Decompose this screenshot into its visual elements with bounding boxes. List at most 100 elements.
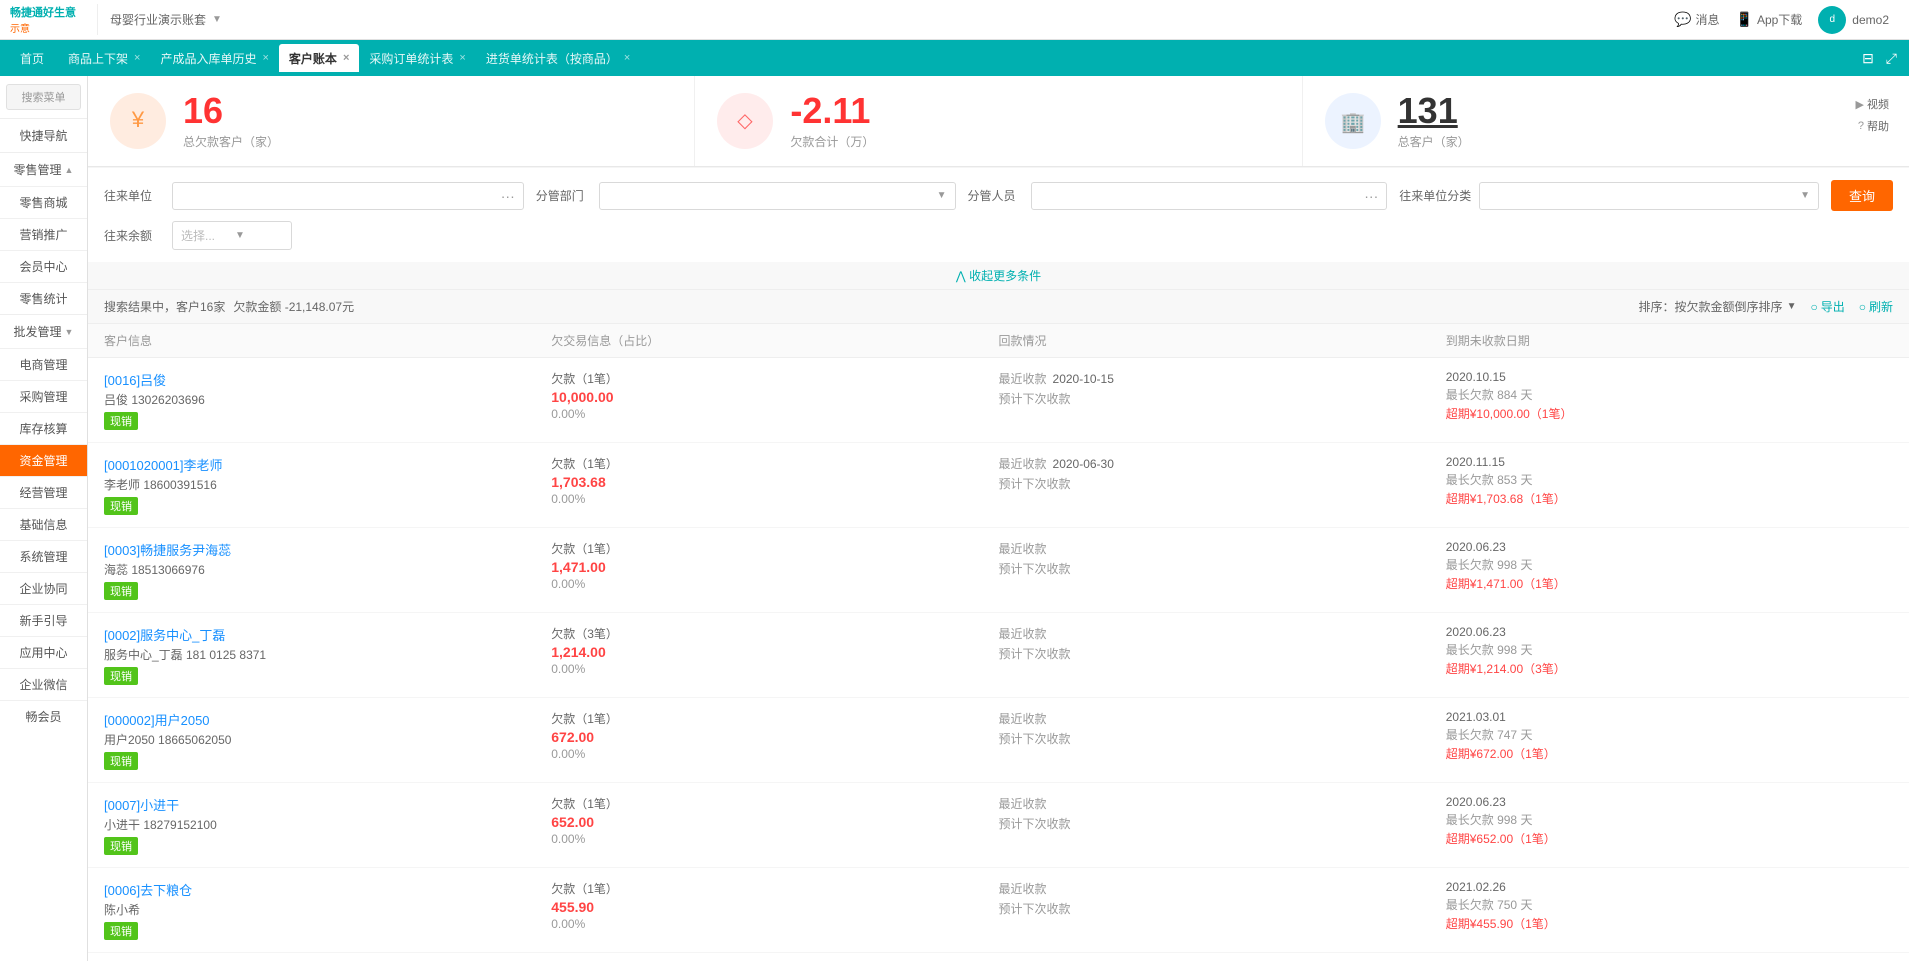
debt-percent: 0.00%	[551, 407, 998, 421]
tab-customer-account[interactable]: 客户账本 ×	[279, 44, 359, 72]
sidebar-item-member-center[interactable]: 会员中心	[0, 251, 87, 283]
customer-name-link[interactable]: [0001020001]李老师	[104, 458, 223, 473]
filter-unit-category-select[interactable]: ▼	[1479, 182, 1819, 210]
due-overdue-text[interactable]: 超期¥672.00（1笔）	[1446, 745, 1893, 762]
stat-total-customers: 🏢 131 总客户（家） ▶ 视频 ? 帮助	[1303, 76, 1909, 166]
sidebar-item-vip-member[interactable]: 畅会员	[0, 701, 87, 732]
customer-tag: 现销	[104, 922, 138, 940]
sidebar-item-finance[interactable]: 资金管理	[0, 445, 87, 477]
payback-label: 最近收款	[999, 455, 1047, 472]
message-btn[interactable]: 💬 消息	[1674, 11, 1719, 28]
customer-name-link[interactable]: [0016]吕俊	[104, 373, 166, 388]
debt-count: 欠款（1笔）	[551, 540, 998, 557]
search-menu-btn[interactable]: 搜索菜单	[6, 84, 81, 110]
refresh-btn[interactable]: ○ 刷新	[1859, 298, 1893, 315]
sidebar-item-system-mgmt[interactable]: 系统管理	[0, 541, 87, 573]
payback-cell: 最近收款 预计下次收款	[999, 795, 1446, 832]
payback-cell: 最近收款 预计下次收款	[999, 625, 1446, 662]
video-icon: ▶	[1856, 98, 1864, 111]
due-date: 2020.06.23	[1446, 540, 1893, 554]
query-button[interactable]: 查询	[1831, 180, 1893, 211]
stat-number-debt: -2.11	[790, 93, 1281, 129]
sidebar-item-wholesale-mgmt[interactable]: 批发管理▼	[0, 315, 87, 349]
tab-close-icon[interactable]: ×	[343, 52, 349, 64]
debt-amount: 455.90	[551, 899, 998, 915]
customer-contact: 用户2050 18665062050	[104, 731, 551, 748]
col-header-payback: 回款情况	[999, 332, 1446, 349]
sidebar-item-ecommerce[interactable]: 电商管理	[0, 349, 87, 381]
tab-purchase-summary[interactable]: 采购订单统计表 ×	[359, 44, 475, 72]
sidebar-item-app-center[interactable]: 应用中心	[0, 637, 87, 669]
due-overdue-days: 最长欠款 747 天	[1446, 726, 1893, 743]
sidebar-item-marketing[interactable]: 营销推广	[0, 219, 87, 251]
filter-person-input[interactable]: ···	[1031, 182, 1388, 210]
debt-info-cell: 欠款（1笔） 652.00 0.00%	[551, 795, 998, 846]
payback-label: 最近收款	[999, 795, 1047, 812]
customer-name-link[interactable]: [000002]用户2050	[104, 713, 210, 728]
customer-name-link[interactable]: [0002]服务中心_丁磊	[104, 628, 225, 643]
tab-bar-fullscreen[interactable]: ⤢	[1880, 50, 1903, 67]
customer-contact: 海蕊 18513066976	[104, 561, 551, 578]
company-selector[interactable]: 母婴行业演示账套 ▼	[98, 11, 234, 28]
tab-purchase-stats[interactable]: 进货单统计表（按商品） ×	[476, 44, 640, 72]
stat-icon-customers: 🏢	[1323, 91, 1383, 151]
due-overdue-text[interactable]: 超期¥455.90（1笔）	[1446, 915, 1893, 932]
customer-name-link[interactable]: [0003]畅捷服务尹海蕊	[104, 543, 231, 558]
filter-from-unit-input[interactable]: ···	[172, 182, 524, 210]
sidebar-item-quick-nav[interactable]: 快捷导航	[0, 119, 87, 153]
due-overdue-text[interactable]: 超期¥652.00（1笔）	[1446, 830, 1893, 847]
due-overdue-text[interactable]: 超期¥1,703.68（1笔）	[1446, 490, 1893, 507]
customer-name-link[interactable]: [0006]去下粮仓	[104, 883, 192, 898]
collapse-bar[interactable]: ⋀ 收起更多条件	[88, 262, 1909, 290]
sidebar-item-new-guide[interactable]: 新手引导	[0, 605, 87, 637]
tab-close-icon[interactable]: ×	[134, 52, 140, 64]
tab-production-history[interactable]: 产成品入库单历史 ×	[150, 44, 278, 72]
debt-count: 欠款（3笔）	[551, 625, 998, 642]
due-overdue-text[interactable]: 超期¥10,000.00（1笔）	[1446, 405, 1893, 422]
payback-next: 预计下次收款	[999, 900, 1446, 917]
due-overdue-text[interactable]: 超期¥1,471.00（1笔）	[1446, 575, 1893, 592]
sort-label: 排序：按欠款金额倒序排序	[1639, 298, 1783, 315]
sidebar-item-purchase-mgmt[interactable]: 采购管理	[0, 381, 87, 413]
sidebar-item-basic-info[interactable]: 基础信息	[0, 509, 87, 541]
app-download-btn[interactable]: 📱 App下载	[1736, 11, 1803, 28]
tab-close-icon[interactable]: ×	[459, 52, 465, 64]
export-btn[interactable]: ○ 导出	[1810, 298, 1844, 315]
debt-count: 欠款（1笔）	[551, 370, 998, 387]
tab-close-icon[interactable]: ×	[624, 52, 630, 64]
tab-products-off[interactable]: 商品上下架 ×	[58, 44, 150, 72]
debt-percent: 0.00%	[551, 917, 998, 931]
sidebar-item-enterprise-collab[interactable]: 企业协同	[0, 573, 87, 605]
svg-text:¥: ¥	[131, 107, 145, 132]
payback-label: 最近收款	[999, 625, 1047, 642]
dots-icon: ···	[1364, 188, 1378, 204]
tab-bar-collapse[interactable]: ⊟	[1856, 50, 1880, 67]
due-date: 2020.10.15	[1446, 370, 1893, 384]
customer-name-link[interactable]: [0007]小进干	[104, 798, 179, 813]
customer-info-cell: [000002]用户2050 用户2050 18665062050 现销	[104, 710, 551, 770]
due-overdue-text[interactable]: 超期¥1,214.00（3笔）	[1446, 660, 1893, 677]
customer-tag: 现销	[104, 582, 138, 600]
filter-dept-select[interactable]: ▼	[599, 182, 956, 210]
debt-amount: 1,214.00	[551, 644, 998, 660]
sidebar-item-inventory[interactable]: 库存核算	[0, 413, 87, 445]
sidebar-item-retail-mall[interactable]: 零售商城	[0, 187, 87, 219]
collapse-icon: ⋀	[956, 269, 966, 283]
debt-amount: 672.00	[551, 729, 998, 745]
sidebar-item-retail-stats[interactable]: 零售统计	[0, 283, 87, 315]
stats-bar: ¥ 16 总欠款客户（家） ◇ -2.11 欠款合计（	[88, 76, 1909, 167]
filter-balance-select[interactable]: 选择... ▼	[172, 221, 292, 250]
due-date-cell: 2020.11.15 最长欠款 853 天 超期¥1,703.68（1笔）	[1446, 455, 1893, 507]
customer-tag: 现销	[104, 497, 138, 515]
help-link[interactable]: ? 帮助	[1858, 118, 1889, 134]
sort-selector[interactable]: 排序：按欠款金额倒序排序 ▼	[1639, 298, 1797, 315]
sidebar-item-ops-mgmt[interactable]: 经营管理	[0, 477, 87, 509]
payback-next: 预计下次收款	[999, 815, 1446, 832]
sidebar-item-enterprise-wechat[interactable]: 企业微信	[0, 669, 87, 701]
tab-close-icon[interactable]: ×	[262, 52, 268, 64]
customer-contact: 吕俊 13026203696	[104, 391, 551, 408]
user-avatar[interactable]: d demo2	[1818, 6, 1889, 34]
sidebar-item-retail-mgmt[interactable]: 零售管理▲	[0, 153, 87, 187]
video-link[interactable]: ▶ 视频	[1856, 96, 1889, 112]
tab-home[interactable]: 首页	[6, 44, 58, 72]
